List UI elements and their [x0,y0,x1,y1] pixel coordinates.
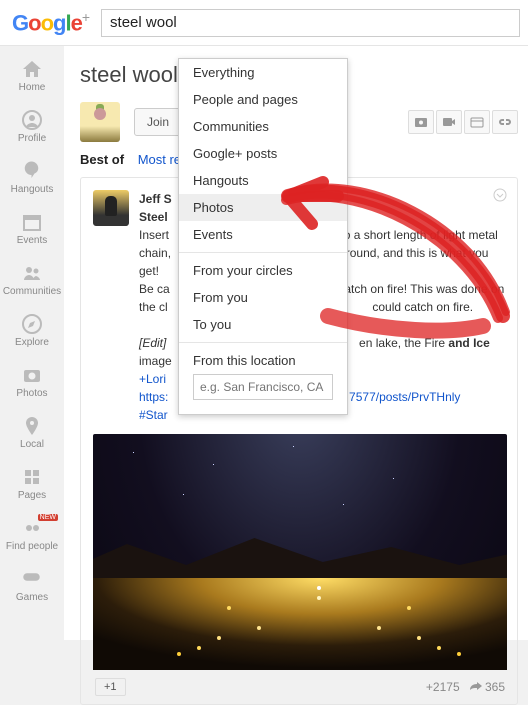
link-icon [498,116,512,128]
post-link[interactable]: 7577/posts/PrvTHnly [349,390,460,404]
nav-label: Find people [0,541,64,552]
nav-label: Communities [0,286,64,297]
nav-profile[interactable]: Profile [0,109,64,144]
nav-label: Home [0,82,64,93]
post-link[interactable]: https: [139,390,168,404]
plusone-count: +2175 [426,680,460,694]
filter-bestof[interactable]: Best of [80,152,124,167]
dd-communities[interactable]: Communities [179,113,347,140]
post-author-avatar[interactable] [93,190,129,226]
nav-label: Local [0,439,64,450]
nav-label: Hangouts [0,184,64,195]
post-mention[interactable]: +Lori [139,372,166,386]
dd-location-label: From this location [193,353,333,368]
avatar[interactable] [80,102,120,142]
nav-communities[interactable]: Communities [0,262,64,297]
home-icon [21,58,43,80]
attach-video-button[interactable] [436,110,462,134]
post-edit: [Edit] [139,336,166,350]
nav-games[interactable]: Games [0,568,64,603]
nav-explore[interactable]: Explore [0,313,64,348]
dd-hangouts[interactable]: Hangouts [179,167,347,194]
post-menu-button[interactable] [493,188,507,205]
video-icon [442,116,456,128]
search-input[interactable] [101,9,520,37]
dd-posts[interactable]: Google+ posts [179,140,347,167]
nav-pages[interactable]: Pages [0,466,64,501]
location-input[interactable] [193,374,333,400]
nav-find-people[interactable]: NEW Find people [0,517,64,552]
attach-link-button[interactable] [492,110,518,134]
post-image[interactable] [93,434,507,670]
dd-events[interactable]: Events [179,221,347,248]
divider [179,342,347,343]
dd-to-you[interactable]: To you [179,311,347,338]
pin-icon [21,415,43,437]
share-count: 365 [470,680,505,694]
nav-home[interactable]: Home [0,58,64,93]
nav-label: Games [0,592,64,603]
plusone-button[interactable]: +1 [95,678,126,696]
attach-event-button[interactable] [464,110,490,134]
post-text: en lake, the Fire [359,336,445,350]
hangouts-icon [21,160,43,182]
share-icon [470,682,482,692]
camera-icon [414,116,428,128]
post-text: Be ca [139,282,170,296]
post-text: and Ice [445,336,490,350]
search-filter-dropdown: Everything People and pages Communities … [178,58,348,415]
dd-from-you[interactable]: From you [179,284,347,311]
profile-icon [21,109,43,131]
post-author[interactable]: Jeff S [139,192,172,206]
post-text: catch on fire! This was done on [338,282,504,296]
dd-photos[interactable]: Photos [179,194,347,221]
post-text: the cl [139,300,168,314]
nav-label: Pages [0,490,64,501]
nav-events[interactable]: Events [0,211,64,246]
nav-label: Photos [0,388,64,399]
nav-label: Events [0,235,64,246]
nav-hangouts[interactable]: Hangouts [0,160,64,195]
camera-icon [21,364,43,386]
pages-icon [21,466,43,488]
explore-icon [21,313,43,335]
games-icon [21,568,43,590]
post-text: could catch on fire. [372,300,473,314]
share-count-value: 365 [485,680,505,694]
chevron-down-icon [493,188,507,202]
nav-photos[interactable]: Photos [0,364,64,399]
nav-label: Profile [0,133,64,144]
post-hashtag[interactable]: #Star [139,408,168,422]
nav-local[interactable]: Local [0,415,64,450]
post-text: chain, [139,246,171,260]
attach-photo-button[interactable] [408,110,434,134]
google-plus-logo: Google+ [12,9,89,36]
calendar-icon [470,116,484,128]
dd-people[interactable]: People and pages [179,86,347,113]
dd-from-circles[interactable]: From your circles [179,257,347,284]
join-button[interactable]: Join [134,108,182,136]
events-icon [21,211,43,233]
post-text: Insert [139,228,169,242]
post-title: Steel [139,210,168,224]
post-text: o a short length of light metal [344,228,498,242]
left-nav: Home Profile Hangouts Events Communities… [0,46,64,640]
communities-icon [21,262,43,284]
divider [179,252,347,253]
nav-label: Explore [0,337,64,348]
new-badge: NEW [38,514,58,521]
dd-everything[interactable]: Everything [179,59,347,86]
post-text: image [139,354,172,368]
